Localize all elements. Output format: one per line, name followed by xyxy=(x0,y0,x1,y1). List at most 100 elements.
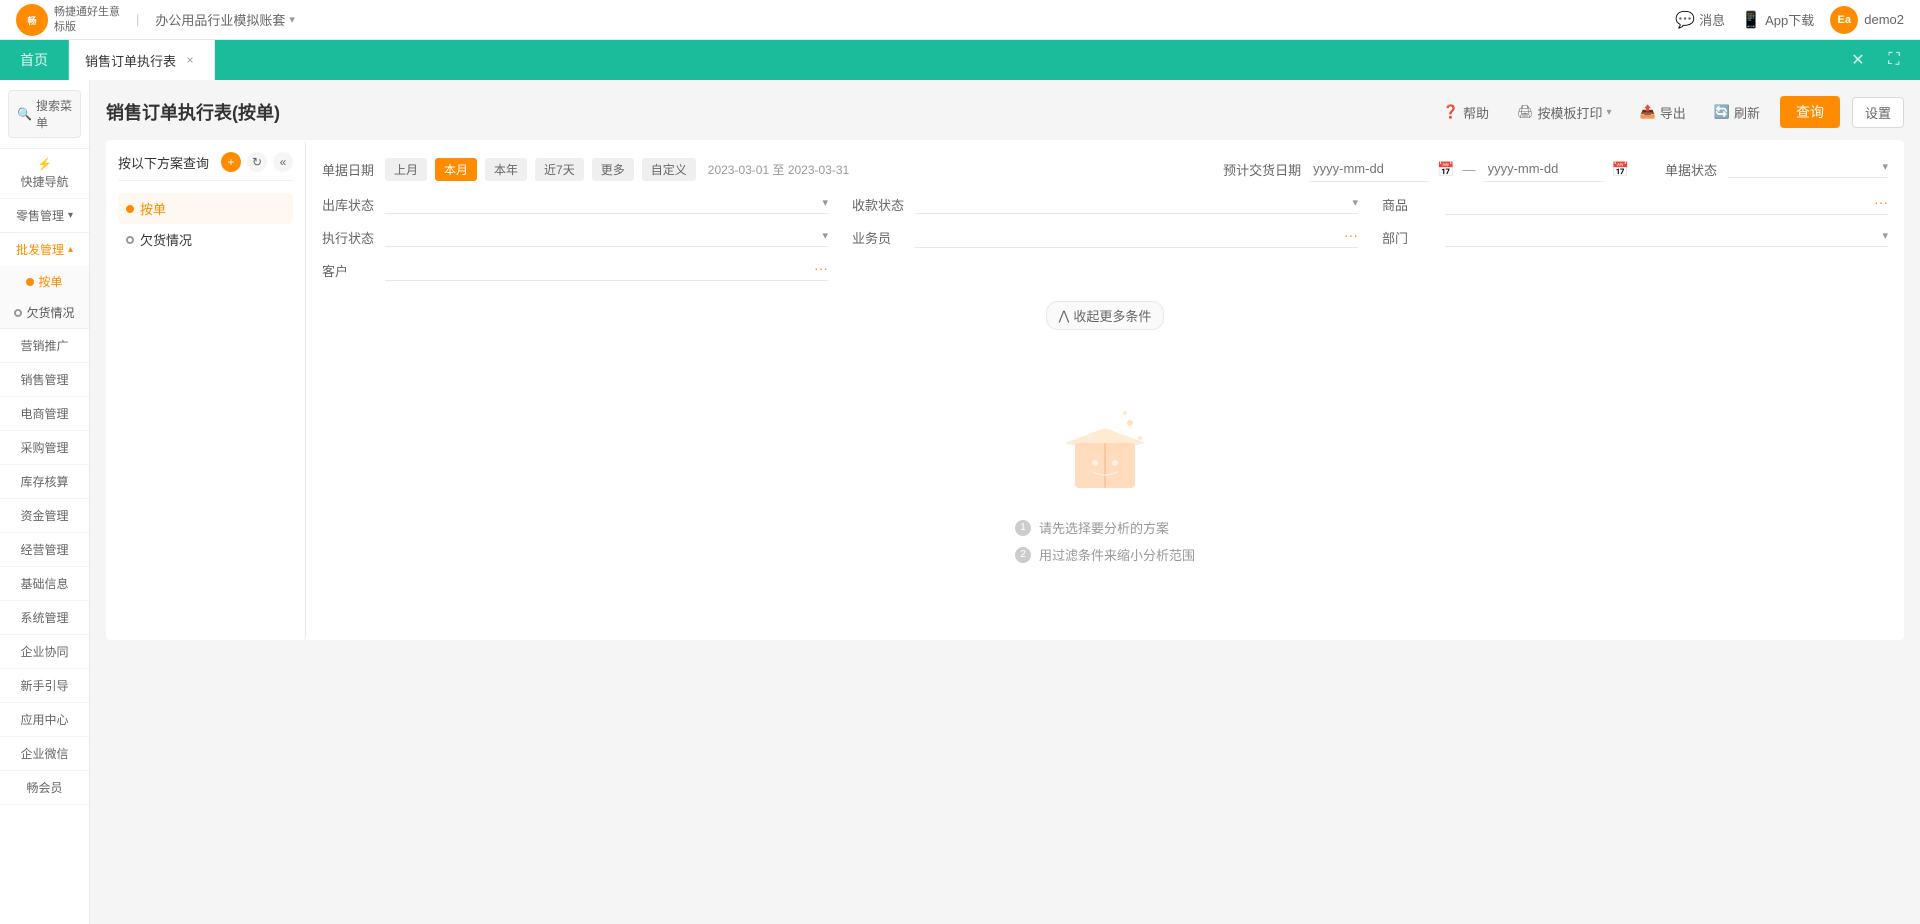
close-window-btn[interactable]: ✕ xyxy=(1844,46,1872,74)
sidebar-item-retail[interactable]: 零售管理 ▾ xyxy=(0,199,89,232)
add-scheme-btn[interactable]: + xyxy=(221,152,241,172)
active-scheme-dot xyxy=(126,205,134,213)
date-btn-more[interactable]: 更多 xyxy=(592,158,634,181)
exec-status-select[interactable]: ▾ xyxy=(385,229,828,247)
app-download-btn[interactable]: 📱 App下载 xyxy=(1741,10,1814,30)
calendar-icon-2[interactable]: 📅 xyxy=(1612,161,1629,178)
content-area: 销售订单执行表(按单) ❓ 帮助 🖨 按模板打印 ▾ 📤 导出 🔄 刷新 xyxy=(90,80,1920,924)
sidebar-item-wholesale[interactable]: 批发管理 ▴ xyxy=(0,233,89,266)
logo-text: 畅捷通好生意 标版 xyxy=(54,5,120,34)
expected-date-end[interactable] xyxy=(1484,156,1604,182)
step-num-2: 2 xyxy=(1015,547,1031,563)
status-filter-group: 单据状态 ▾ xyxy=(1665,160,1888,179)
dept-chevron: ▾ xyxy=(1882,229,1888,242)
filter-section: 单据日期 上月 本月 本年 近7天 更多 自定义 2023-03-01 至 20… xyxy=(322,156,1888,338)
customer-field: 客户 ··· xyxy=(322,260,828,281)
breadcrumb-divider: | xyxy=(136,12,139,27)
sidebar-item-purchase[interactable]: 采购管理 xyxy=(0,431,89,465)
customer-more-icon[interactable]: ··· xyxy=(814,260,828,276)
date-btn-this-month[interactable]: 本月 xyxy=(435,158,477,181)
dept-field: 部门 ▾ xyxy=(1382,227,1888,248)
sidebar-item-sales[interactable]: 销售管理 xyxy=(0,363,89,397)
help-btn[interactable]: ❓ 帮助 xyxy=(1435,99,1497,126)
sidebar-item-operations[interactable]: 经营管理 xyxy=(0,533,89,567)
tab-home[interactable]: 首页 xyxy=(0,40,69,80)
goods-text-input[interactable] xyxy=(1445,195,1874,210)
logo-icon: 畅 xyxy=(16,4,48,36)
salesperson-text-input[interactable] xyxy=(915,228,1344,243)
message-btn[interactable]: 💬 消息 xyxy=(1675,10,1725,30)
tab-bar-actions: ✕ ⛶ xyxy=(1844,46,1920,74)
refresh-scheme-btn[interactable]: ↻ xyxy=(247,152,267,172)
collect-status-select[interactable]: ▾ xyxy=(915,196,1358,214)
filter-row-2: 出库状态 ▾ 收款状态 ▾ xyxy=(322,194,1888,215)
sidebar-item-ecommerce[interactable]: 电商管理 xyxy=(0,397,89,431)
status-select[interactable]: ▾ xyxy=(1728,160,1888,178)
sidebar-sub-item-欠货情况[interactable]: 欠货情况 xyxy=(0,297,89,328)
collapse-filters-btn[interactable]: ⋀ 收起更多条件 xyxy=(1046,301,1165,330)
tab-close-btn[interactable]: × xyxy=(182,52,198,68)
customer-text-input[interactable] xyxy=(385,261,814,276)
sidebar-item-base[interactable]: 基础信息 xyxy=(0,567,89,601)
left-menu-item-欠货情况[interactable]: 欠货情况 xyxy=(118,224,293,255)
collapse-panel-btn[interactable]: « xyxy=(273,152,293,172)
sidebar-item-enterprise[interactable]: 企业协同 xyxy=(0,635,89,669)
filter-row-4: 客户 ··· xyxy=(322,260,1888,281)
print-btn[interactable]: 🖨 按模板打印 ▾ xyxy=(1509,99,1620,126)
help-icon: ❓ xyxy=(1443,104,1459,120)
left-panel-actions: + ↻ « xyxy=(221,152,293,172)
maximize-btn[interactable]: ⛶ xyxy=(1880,46,1908,74)
chevron-up-wholesale: ▴ xyxy=(68,244,73,255)
exec-status-chevron: ▾ xyxy=(822,229,828,242)
expected-date-start[interactable] xyxy=(1309,156,1429,182)
salesperson-input[interactable]: ··· xyxy=(915,227,1358,248)
goods-input[interactable]: ··· xyxy=(1445,194,1888,215)
date-btn-this-year[interactable]: 本年 xyxy=(485,158,527,181)
sidebar-section-wholesale: 批发管理 ▴ 按单 欠货情况 xyxy=(0,233,89,329)
status-chevron-icon: ▾ xyxy=(1882,160,1888,173)
left-menu-item-按单[interactable]: 按单 xyxy=(118,193,293,224)
sidebar-item-finance[interactable]: 资金管理 xyxy=(0,499,89,533)
app-download-icon: 📱 xyxy=(1741,10,1761,30)
calendar-icon-1[interactable]: 📅 xyxy=(1437,161,1454,178)
sidebar-sub-item-按单[interactable]: 按单 xyxy=(0,266,89,297)
exec-status-field: 执行状态 ▾ xyxy=(322,227,828,248)
sidebar-item-inventory[interactable]: 库存核算 xyxy=(0,465,89,499)
settings-btn[interactable]: 设置 xyxy=(1852,97,1904,128)
out-status-chevron: ▾ xyxy=(822,196,828,209)
collapse-icon: ⋀ xyxy=(1059,308,1070,324)
wholesale-sub-items: 按单 欠货情况 xyxy=(0,266,89,328)
sidebar-item-guide[interactable]: 新手引导 xyxy=(0,669,89,703)
message-icon: 💬 xyxy=(1675,10,1695,30)
sidebar: 🔍 搜索菜单 ⚡ 快捷导航 零售管理 ▾ 批发管理 ▴ 按单 xyxy=(0,80,90,924)
sidebar-item-member[interactable]: 畅会员 xyxy=(0,771,89,805)
query-btn[interactable]: 查询 xyxy=(1780,96,1840,128)
collapse-row: ⋀ 收起更多条件 xyxy=(322,293,1888,338)
dept-select[interactable]: ▾ xyxy=(1445,229,1888,247)
date-range-display: 2023-03-01 至 2023-03-31 xyxy=(708,161,849,178)
sidebar-search-btn[interactable]: 🔍 搜索菜单 xyxy=(8,90,81,138)
breadcrumb[interactable]: 办公用品行业模拟账套 ▾ xyxy=(155,10,295,29)
export-btn[interactable]: 📤 导出 xyxy=(1632,99,1694,126)
page-title: 销售订单执行表(按单) xyxy=(106,99,280,125)
tab-sales-order[interactable]: 销售订单执行表 × xyxy=(69,40,215,80)
salesperson-more-icon[interactable]: ··· xyxy=(1344,227,1358,243)
page-actions: ❓ 帮助 🖨 按模板打印 ▾ 📤 导出 🔄 刷新 查询 xyxy=(1435,96,1904,128)
sidebar-section-retail: 零售管理 ▾ xyxy=(0,199,89,233)
sidebar-item-quick-nav[interactable]: ⚡ 快捷导航 xyxy=(0,149,89,199)
sidebar-item-system[interactable]: 系统管理 xyxy=(0,601,89,635)
user-menu[interactable]: Ea demo2 xyxy=(1830,6,1904,34)
chevron-down-retail: ▾ xyxy=(68,210,73,221)
sidebar-item-wechat[interactable]: 企业微信 xyxy=(0,737,89,771)
goods-more-icon[interactable]: ··· xyxy=(1874,194,1888,210)
refresh-btn[interactable]: 🔄 刷新 xyxy=(1706,99,1768,126)
customer-input[interactable]: ··· xyxy=(385,260,828,281)
sidebar-item-app-center[interactable]: 应用中心 xyxy=(0,703,89,737)
sidebar-item-marketing[interactable]: 营销推广 xyxy=(0,329,89,363)
header-right: 💬 消息 📱 App下载 Ea demo2 xyxy=(1675,6,1904,34)
date-btn-custom[interactable]: 自定义 xyxy=(642,158,696,181)
out-status-select[interactable]: ▾ xyxy=(385,196,828,214)
date-btn-last-month[interactable]: 上月 xyxy=(385,158,427,181)
date-btn-7days[interactable]: 近7天 xyxy=(535,158,584,181)
empty-illustration xyxy=(1055,398,1155,498)
